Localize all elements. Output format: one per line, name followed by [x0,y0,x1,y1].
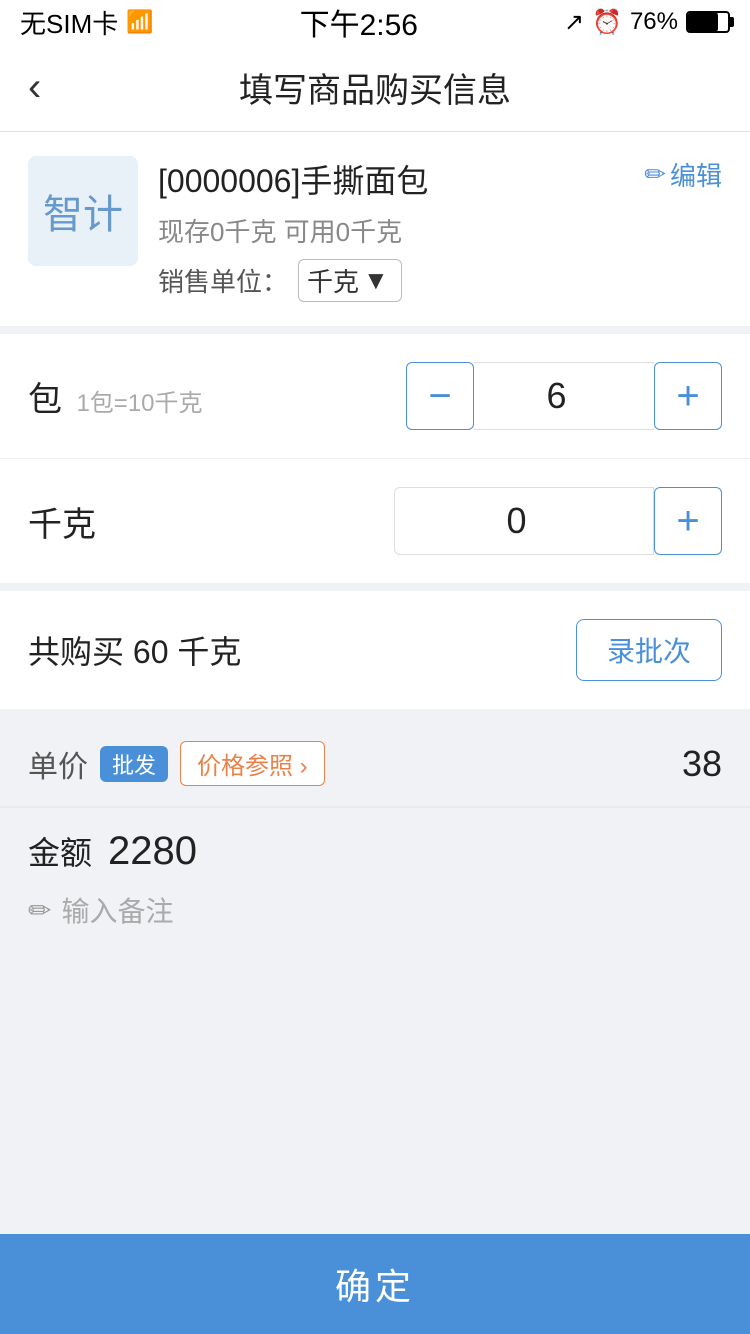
battery-icon [686,11,730,33]
increment-bao-button[interactable]: + [654,362,722,430]
qty-label-group-kg: 千克 [28,497,96,546]
amount-section: 金额 2280 ✏ 输入备注 [0,808,750,958]
price-value: 38 [682,743,722,785]
price-label: 单价 [28,742,88,786]
unit-dropdown[interactable]: 千克 ▼ [298,259,402,302]
price-tag: 批发 [100,746,168,782]
battery-percent: 76% [630,8,678,36]
decrement-bao-button[interactable]: − [406,362,474,430]
remark-row[interactable]: ✏ 输入备注 [28,890,722,930]
qty-controls-bao: − + [406,362,722,430]
status-bar: 无SIM卡 📶 下午2:56 ↗ ⏰ 76% [0,0,750,44]
qty-controls-kg: + [394,487,722,555]
amount-label: 金额 [28,828,92,874]
amount-row: 金额 2280 [28,828,722,874]
edit-label: 编辑 [670,156,722,193]
total-unit: 千克 [177,634,241,670]
product-section: 智计 [0000006]手撕面包 ✏ 编辑 现存0千克 可用0千克 销售单位： … [0,132,750,334]
price-row: 单价 批发 价格参照 › 38 [28,741,722,786]
thumb-label: 智计 [43,182,123,240]
wifi-icon: 📶 [126,9,153,35]
nav-bar: ‹ 填写商品购买信息 [0,44,750,132]
product-thumbnail: 智计 [28,156,138,266]
status-time: 下午2:56 [300,0,418,44]
product-header: [0000006]手撕面包 ✏ 编辑 [158,156,722,202]
qty-label-kg: 千克 [28,506,96,544]
product-stock: 现存0千克 可用0千克 [158,212,722,249]
status-left: 无SIM卡 📶 [20,4,154,41]
carrier-label: 无SIM卡 [20,4,118,41]
price-ref-button[interactable]: 价格参照 › [180,741,325,786]
qty-input-bao[interactable] [474,362,654,430]
qty-hint-bao: 1包=10千克 [76,390,202,417]
location-icon: ↗ [564,8,584,37]
edit-icon: ✏ [644,159,666,190]
qty-label-group-bao: 包 1包=10千克 [28,372,203,421]
page-title: 填写商品购买信息 [239,63,511,112]
back-button[interactable]: ‹ [28,65,41,110]
total-amount: 60 [133,634,177,670]
empty-space [0,958,750,1234]
alarm-icon: ⏰ [592,8,622,37]
increment-kg-button[interactable]: + [654,487,722,555]
product-name: [0000006]手撕面包 [158,156,428,202]
total-text: 共购买 60 千克 [28,627,241,673]
remark-placeholder: 输入备注 [61,890,173,930]
content: 智计 [0000006]手撕面包 ✏ 编辑 现存0千克 可用0千克 销售单位： … [0,132,750,1334]
confirm-button[interactable]: 确定 [0,1234,750,1334]
qty-label-bao: 包 [28,381,62,419]
status-right: ↗ ⏰ 76% [564,8,730,37]
remark-icon: ✏ [28,894,51,927]
unit-label: 销售单位： [158,262,288,299]
product-unit-row: 销售单位： 千克 ▼ [158,259,722,302]
quantity-row-kg: 千克 + [0,459,750,583]
edit-button[interactable]: ✏ 编辑 [644,156,722,193]
amount-value: 2280 [108,829,197,874]
price-section: 单价 批发 价格参照 › 38 [0,717,750,808]
quantity-section: 包 1包=10千克 − + 千克 + [0,334,750,591]
price-label-group: 单价 批发 价格参照 › [28,741,325,786]
qty-input-kg[interactable] [394,487,654,555]
total-prefix: 共购买 [28,634,133,670]
total-section: 共购买 60 千克 录批次 [0,591,750,717]
unit-value: 千克 [307,262,359,299]
product-info: [0000006]手撕面包 ✏ 编辑 现存0千克 可用0千克 销售单位： 千克 … [158,156,722,302]
batch-button[interactable]: 录批次 [576,619,722,681]
dropdown-arrow-icon: ▼ [363,265,389,296]
quantity-row-bao: 包 1包=10千克 − + [0,334,750,459]
